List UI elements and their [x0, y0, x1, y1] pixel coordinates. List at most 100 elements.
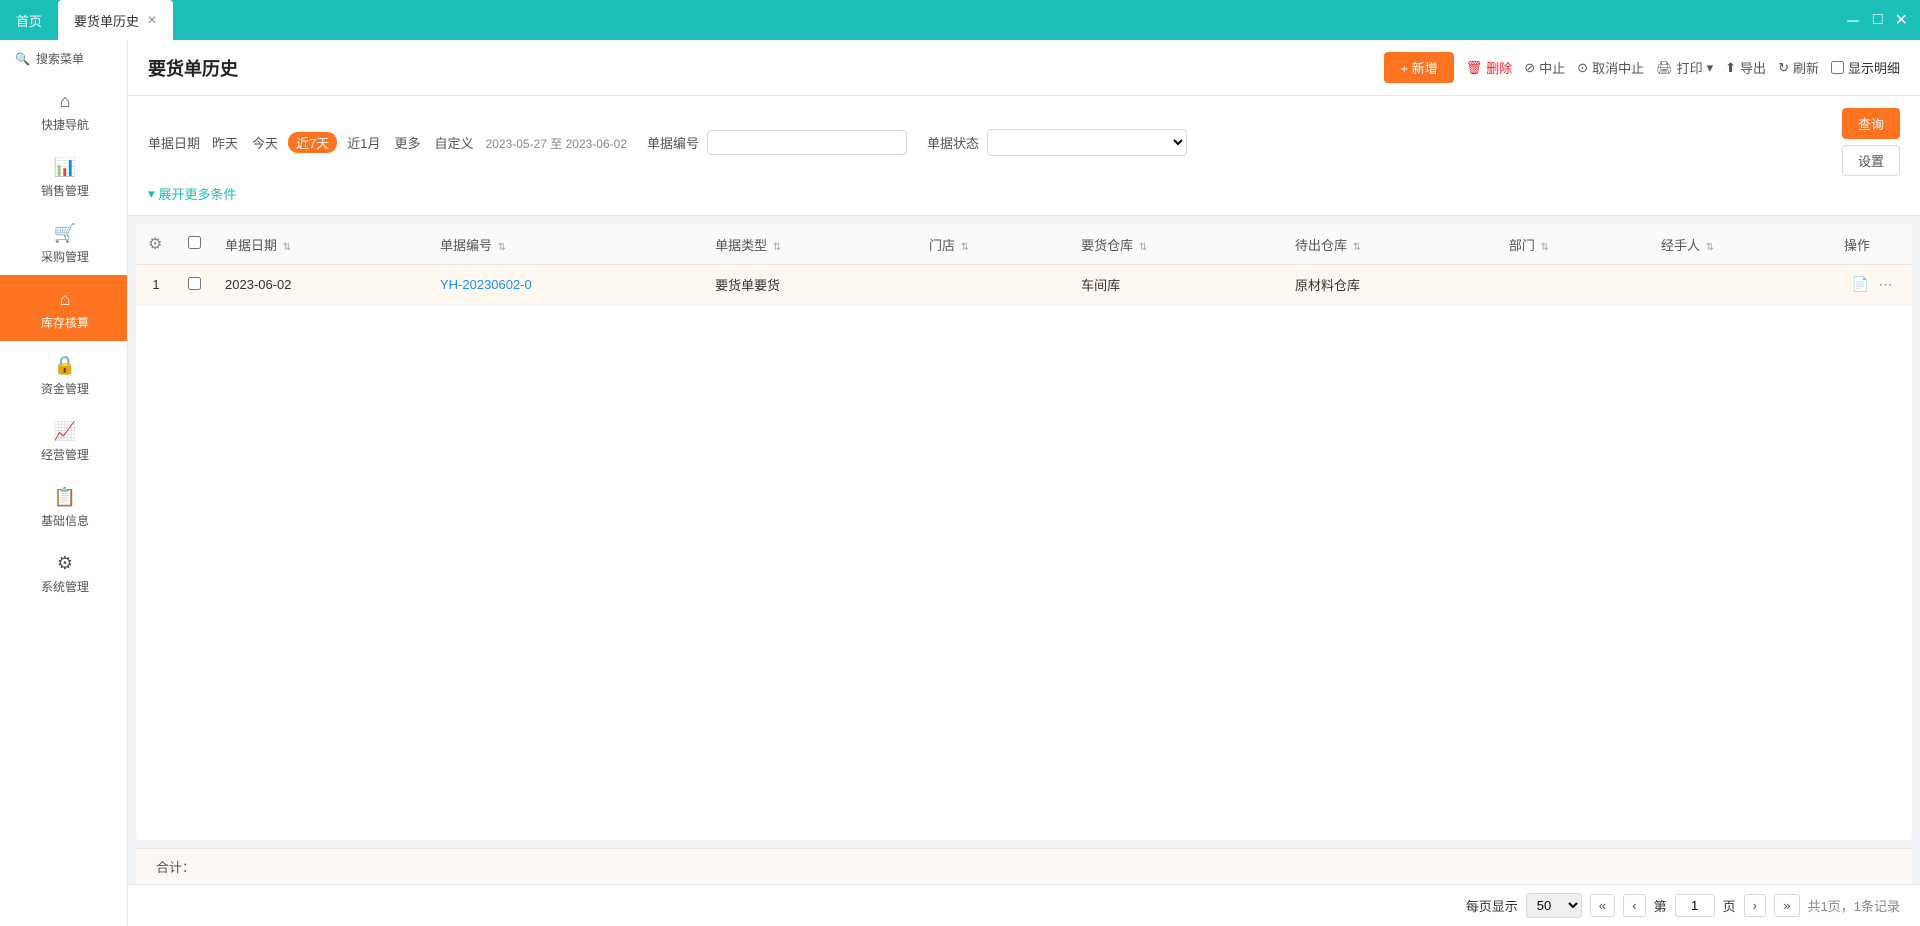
system-icon: ⚙	[57, 553, 73, 574]
row-ops: 📄 ⋯	[1832, 265, 1912, 305]
refresh-label: 刷新	[1793, 58, 1819, 77]
filter-area: 单据日期 昨天 今天 近7天 近1月 更多 自定义 2023-05-27 至 2…	[128, 96, 1920, 216]
status-select[interactable]	[987, 129, 1187, 156]
export-label: 导出	[1740, 58, 1766, 77]
col-checkbox	[176, 224, 213, 265]
col-store[interactable]: 门店 ⇅	[917, 224, 1069, 265]
top-bar-right: － □ ✕	[1845, 8, 1920, 32]
first-page-button[interactable]: «	[1590, 894, 1615, 917]
cancel-stop-icon: ⊙	[1577, 60, 1588, 76]
tab-home[interactable]: 首页	[0, 0, 58, 40]
tab-requisition[interactable]: 要货单历史 ✕	[58, 0, 173, 40]
date-opt-custom[interactable]: 自定义	[431, 132, 478, 153]
sidebar-label-operation: 经营管理	[41, 446, 89, 463]
sidebar-item-quick-nav[interactable]: ⌂ 快捷导航	[0, 77, 127, 143]
select-all-checkbox[interactable]	[188, 236, 201, 249]
next-page-button[interactable]: ›	[1744, 894, 1766, 917]
export-button[interactable]: ⬆ 导出	[1725, 58, 1766, 77]
col-req-warehouse[interactable]: 要货仓库 ⇅	[1069, 224, 1283, 265]
expand-label: 展开更多条件	[159, 184, 237, 203]
table-settings-icon[interactable]: ⚙	[148, 236, 162, 253]
delete-button[interactable]: 🗑 删除	[1466, 58, 1513, 77]
row-pending-warehouse: 原材料仓库	[1283, 265, 1497, 305]
close-icon[interactable]: ✕	[1895, 10, 1908, 30]
finance-icon: 🔒	[54, 355, 76, 376]
col-ops-label: 操作	[1844, 238, 1870, 253]
per-page-select[interactable]: 50 20 100 200	[1526, 893, 1582, 918]
col-date[interactable]: 单据日期 ⇅	[213, 224, 428, 265]
stop-button[interactable]: ⊘ 中止	[1524, 58, 1565, 77]
minimize-icon[interactable]: －	[1845, 8, 1861, 32]
expand-button[interactable]: ▾ 展开更多条件	[148, 184, 1900, 203]
row-handler	[1649, 265, 1832, 305]
cancel-stop-button[interactable]: ⊙ 取消中止	[1577, 58, 1644, 77]
date-opt-yesterday[interactable]: 昨天	[208, 132, 242, 153]
col-handler[interactable]: 经手人 ⇅	[1649, 224, 1832, 265]
sidebar-label-system: 系统管理	[41, 578, 89, 595]
date-opt-last-month[interactable]: 近1月	[343, 132, 384, 153]
maximize-icon[interactable]: □	[1873, 11, 1883, 29]
row-num: 1	[136, 265, 176, 305]
main-layout: 🔍 搜索菜单 ⌂ 快捷导航 📊 销售管理 🛒 采购管理 ⌂ 库存核算 🔒 资金管…	[0, 40, 1920, 926]
col-doc-type[interactable]: 单据类型 ⇅	[703, 224, 917, 265]
row-checkbox	[176, 265, 213, 305]
sidebar-item-operation[interactable]: 📈 经营管理	[0, 407, 127, 473]
col-pending-warehouse[interactable]: 待出仓库 ⇅	[1283, 224, 1497, 265]
tab-close-icon[interactable]: ✕	[147, 13, 157, 27]
col-handler-label: 经手人	[1661, 238, 1700, 253]
sidebar-label-purchase: 采购管理	[41, 248, 89, 265]
basic-icon: 📋	[54, 487, 76, 508]
col-ops: 操作	[1832, 224, 1912, 265]
col-department[interactable]: 部门 ⇅	[1497, 224, 1649, 265]
date-filter-label: 单据日期	[148, 133, 200, 152]
row-doc-no-link[interactable]: YH-20230602-0	[440, 277, 532, 292]
per-page-label: 每页显示	[1466, 896, 1518, 915]
status-label: 单据状态	[927, 133, 979, 152]
print-button[interactable]: 🖨 打印 ▾	[1656, 58, 1713, 77]
sidebar-label-basic: 基础信息	[41, 512, 89, 529]
sidebar-item-finance[interactable]: 🔒 资金管理	[0, 341, 127, 407]
sidebar-search[interactable]: 🔍 搜索菜单	[0, 40, 127, 77]
print-icon: 🖨	[1656, 60, 1673, 76]
page-title: 要货单历史	[148, 55, 238, 93]
doc-number-filter: 单据编号	[647, 130, 907, 155]
display-detail-label: 显示明细	[1848, 58, 1900, 77]
search-icon: 🔍	[15, 52, 30, 66]
date-opt-last7days[interactable]: 近7天	[288, 132, 337, 153]
home-icon: ⌂	[60, 91, 71, 112]
row-req-warehouse: 车间库	[1069, 265, 1283, 305]
table-footer: 合计：	[136, 848, 1912, 884]
refresh-button[interactable]: ↻ 刷新	[1778, 58, 1819, 77]
row-edit-icon[interactable]: 📄	[1851, 276, 1868, 292]
last-page-button[interactable]: »	[1774, 894, 1799, 917]
display-detail-checkbox[interactable]	[1831, 61, 1844, 74]
doc-number-input[interactable]	[707, 130, 907, 155]
expand-row: ▾ 展开更多条件	[148, 184, 1900, 203]
date-opt-more[interactable]: 更多	[391, 132, 425, 153]
prev-page-button[interactable]: ‹	[1623, 894, 1645, 917]
new-button[interactable]: + 新增	[1384, 52, 1453, 83]
display-detail-toggle[interactable]: 显示明细	[1831, 58, 1900, 77]
row-more-icon[interactable]: ⋯	[1879, 276, 1893, 292]
filter-row-1: 单据日期 昨天 今天 近7天 近1月 更多 自定义 2023-05-27 至 2…	[148, 108, 1900, 176]
sidebar-item-purchase[interactable]: 🛒 采购管理	[0, 209, 127, 275]
sidebar-item-sales[interactable]: 📊 销售管理	[0, 143, 127, 209]
sidebar-item-system[interactable]: ⚙ 系统管理	[0, 539, 127, 605]
top-bar: 首页 要货单历史 ✕ － □ ✕	[0, 0, 1920, 40]
sidebar-item-basic[interactable]: 📋 基础信息	[0, 473, 127, 539]
row-doc-no[interactable]: YH-20230602-0	[428, 265, 703, 305]
sidebar-label-inventory: 库存核算	[41, 314, 89, 331]
col-doc-no[interactable]: 单据编号 ⇅	[428, 224, 703, 265]
print-label: 打印	[1677, 58, 1703, 77]
date-opt-today[interactable]: 今天	[248, 132, 282, 153]
col-handler-sort: ⇅	[1706, 242, 1714, 253]
page-header: 要货单历史 + 新增 🗑 删除 ⊘ 中止 ⊙ 取消中止 🖨 打印	[128, 40, 1920, 96]
row-select-checkbox[interactable]	[188, 277, 201, 290]
toolbar: + 新增 🗑 删除 ⊘ 中止 ⊙ 取消中止 🖨 打印 ▾	[1384, 52, 1900, 95]
page-number-input[interactable]	[1675, 894, 1715, 917]
row-date: 2023-06-02	[213, 265, 428, 305]
sidebar-label-quick-nav: 快捷导航	[41, 116, 89, 133]
query-button[interactable]: 查询	[1842, 108, 1900, 139]
settings-button[interactable]: 设置	[1842, 145, 1900, 176]
sidebar-item-inventory[interactable]: ⌂ 库存核算	[0, 275, 127, 341]
